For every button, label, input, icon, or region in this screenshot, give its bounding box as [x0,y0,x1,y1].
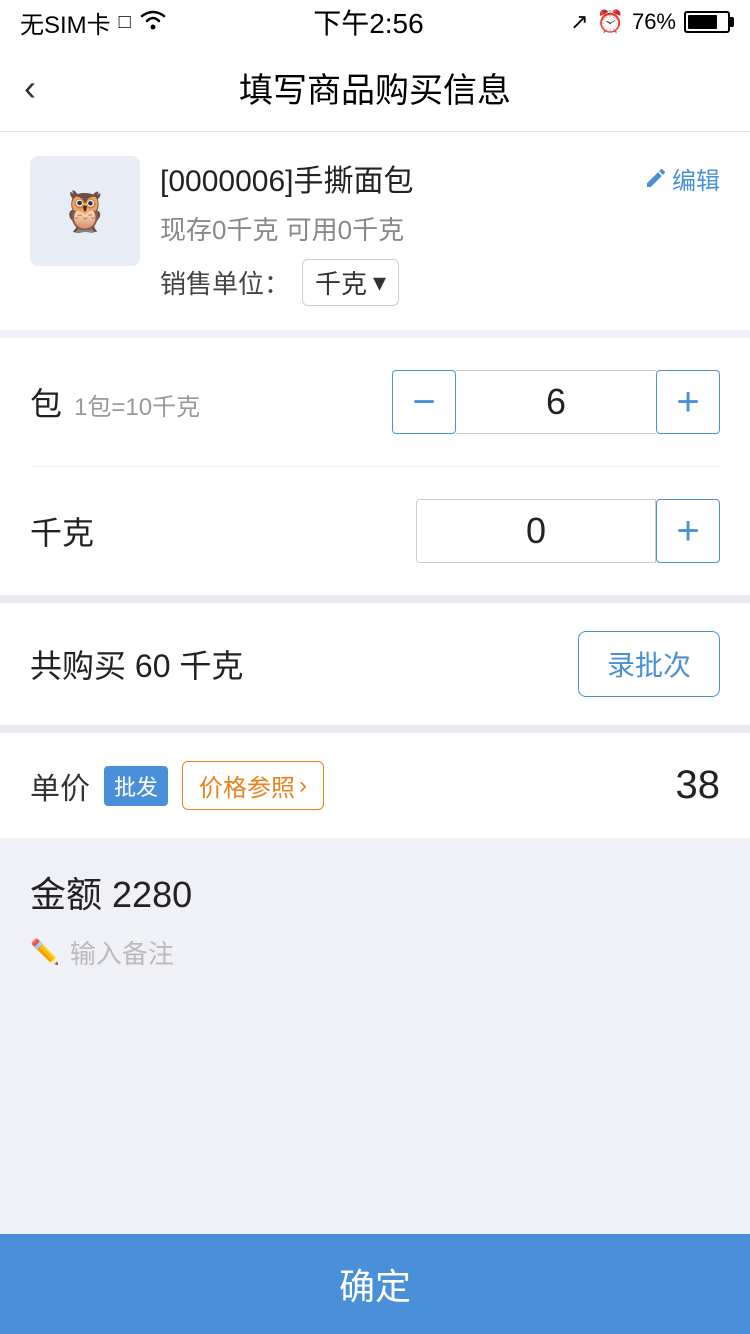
kg-quantity-input[interactable] [416,499,656,563]
quantity-section: 包 1包=10千克 − + 千克 + [0,338,750,595]
battery-icon [684,11,730,33]
price-left: 单价 批发 价格参照 › [30,761,324,810]
product-name-row: [0000006]手撕面包 编辑 [160,156,720,200]
nav-bar: ‹ 填写商品购买信息 [0,44,750,132]
bag-controls: − + [392,370,720,434]
dropdown-arrow: ▾ [373,267,386,298]
confirm-button[interactable]: 确定 [0,1234,750,1334]
back-button[interactable]: ‹ [24,67,36,109]
wifi-icon [139,8,167,37]
amount-label: 金额 [30,874,102,915]
status-bar-left: 无SIM卡 □ [20,5,167,40]
battery-percent: 76% [632,9,676,35]
unit-value: 千克 [315,264,367,301]
carrier-text: 无SIM卡 [20,5,111,40]
price-value: 38 [676,763,721,808]
kg-quantity-row: 千克 + [30,467,720,595]
status-bar-time: 下午2:56 [313,2,424,42]
amount-section: 金额 2280 ✏️ 输入备注 [0,838,750,991]
bag-label-text: 包 [30,379,62,425]
bag-quantity-input[interactable] [456,370,656,434]
bag-quantity-row: 包 1包=10千克 − + [30,338,720,467]
price-label: 单价 [30,764,90,808]
amount-value: 2280 [112,874,192,915]
amount-row: 金额 2280 [30,866,720,918]
total-row: 共购买 60 千克 录批次 [0,595,750,725]
price-ref-arrow: › [299,772,307,800]
remark-row[interactable]: ✏️ 输入备注 [30,934,720,971]
status-bar-right: ↗ ⏰ 76% [570,9,730,35]
kg-label-text: 千克 [30,508,94,554]
page-title: 填写商品购买信息 [239,63,511,112]
unit-select[interactable]: 千克 ▾ [302,259,399,306]
edit-button[interactable]: 编辑 [644,161,720,196]
kg-label: 千克 [30,508,94,554]
location-icon: ↗ [570,9,588,35]
bag-minus-button[interactable]: − [392,370,456,434]
kg-plus-button[interactable]: + [656,499,720,563]
price-ref-button[interactable]: 价格参照 › [182,761,324,810]
remark-placeholder: 输入备注 [70,934,174,971]
product-name: [0000006]手撕面包 [160,156,413,200]
total-text: 共购买 60 千克 [30,641,243,687]
unit-label: 销售单位： [160,264,290,301]
bag-hint: 1包=10千克 [74,387,200,422]
price-batch-tag: 批发 [104,766,168,806]
bag-label: 包 1包=10千克 [30,379,200,425]
batch-button[interactable]: 录批次 [578,631,720,697]
edit-label: 编辑 [672,161,720,196]
sim-icon: □ [119,11,131,34]
product-stock: 现存0千克 可用0千克 [160,210,720,247]
pencil-icon: ✏️ [30,938,60,967]
price-ref-label: 价格参照 [199,768,295,803]
product-image: 🦉 [30,156,140,266]
product-info: [0000006]手撕面包 编辑 现存0千克 可用0千克 销售单位： 千克 ▾ [160,156,720,306]
status-bar: 无SIM卡 □ 下午2:56 ↗ ⏰ 76% [0,0,750,44]
bag-plus-button[interactable]: + [656,370,720,434]
price-section: 单价 批发 价格参照 › 38 [0,725,750,838]
product-logo: 🦉 [60,188,110,235]
product-unit-row: 销售单位： 千克 ▾ [160,259,720,306]
alarm-icon: ⏰ [597,9,624,35]
kg-controls: + [416,499,720,563]
product-card: 🦉 [0000006]手撕面包 编辑 现存0千克 可用0千克 销售单位： 千克 … [0,132,750,338]
